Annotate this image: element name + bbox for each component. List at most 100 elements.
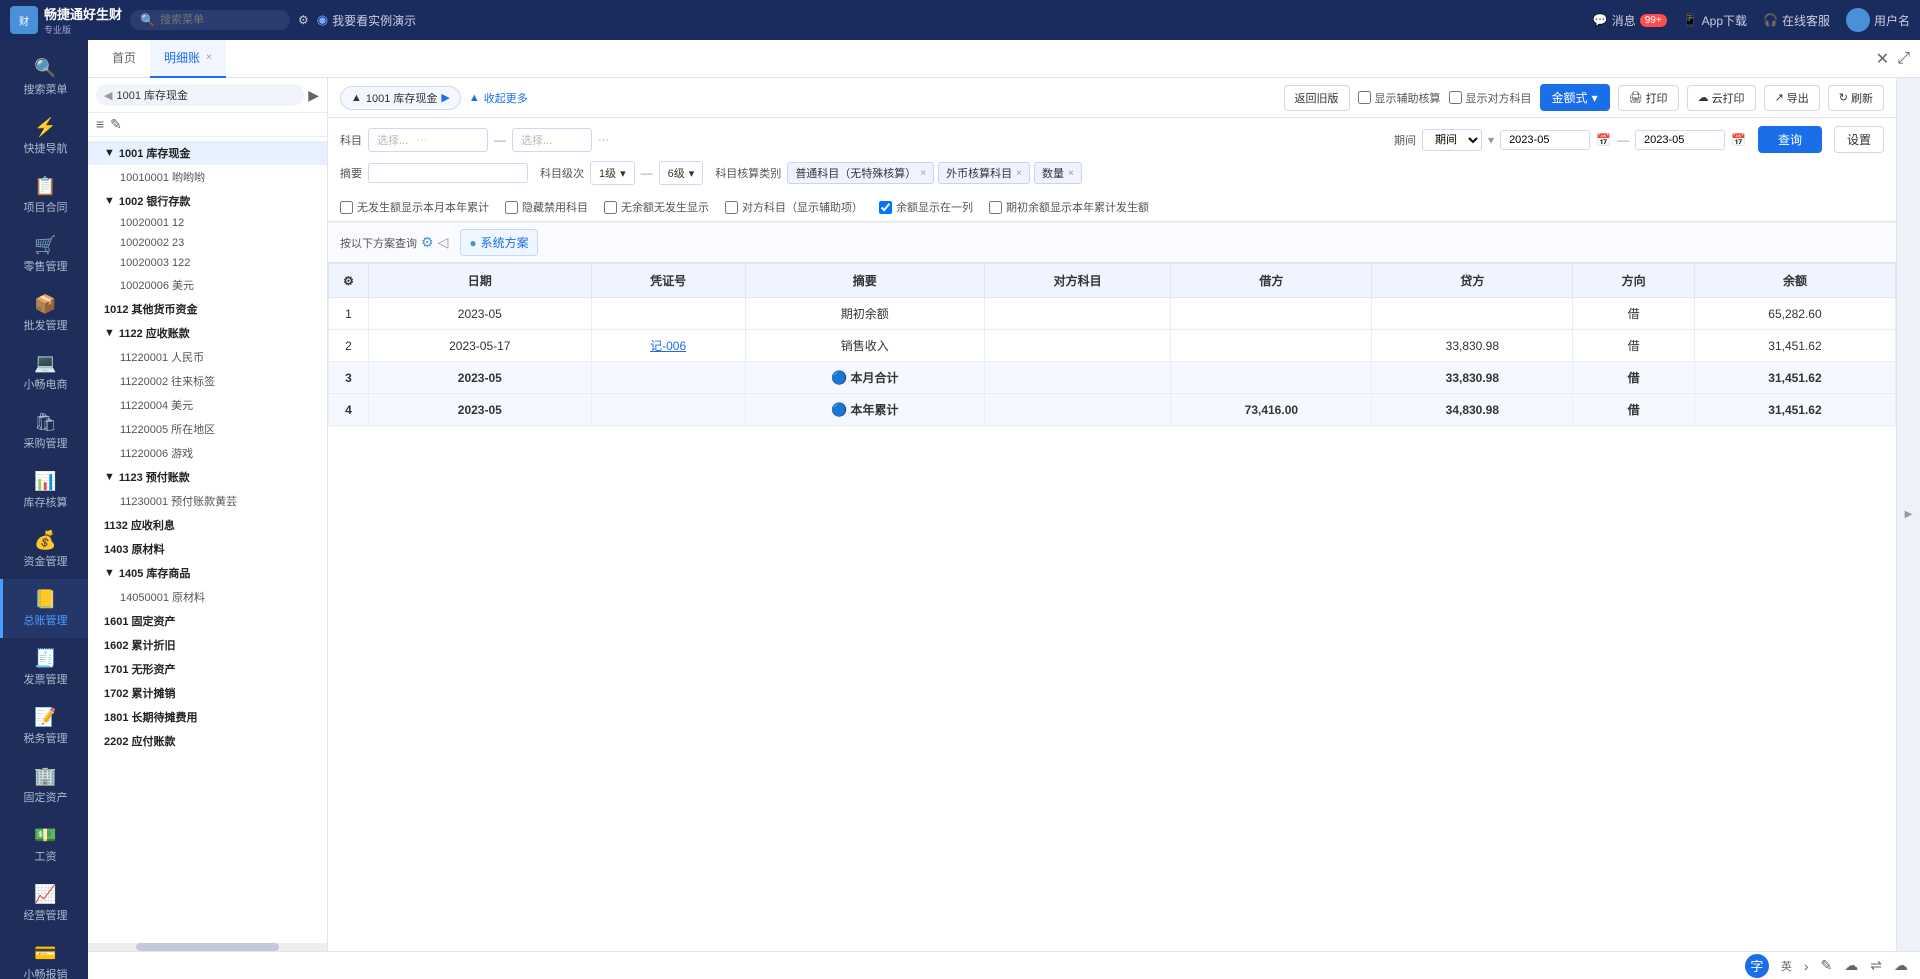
app-download-btn[interactable]: 📱 App下载 — [1683, 12, 1747, 29]
online-service-btn[interactable]: 🎧 在线客服 — [1763, 12, 1830, 29]
tab-home[interactable]: 首页 — [98, 40, 150, 78]
nav-right-arrow[interactable]: ▶ — [308, 87, 319, 104]
tree-scrollbar[interactable] — [88, 943, 327, 951]
settings-btn[interactable]: 设置 — [1834, 126, 1884, 153]
period-begin-checkbox[interactable] — [989, 201, 1002, 214]
no-balance-checkbox[interactable] — [604, 201, 617, 214]
tree-item-1122[interactable]: ▼ 1122 应收账款 — [88, 321, 327, 345]
demo-link[interactable]: ◉ 我要看实例演示 — [317, 12, 416, 29]
edit-icon[interactable]: ✎ — [1821, 957, 1833, 974]
tree-item-1801[interactable]: 1801 长期待摊费用 — [88, 705, 327, 729]
sidebar-item-tax[interactable]: 📝 税务管理 — [0, 697, 88, 756]
right-collapse-panel[interactable]: ▶ — [1896, 78, 1920, 951]
tree-item-11220004[interactable]: 11220004 美元 — [88, 393, 327, 417]
subject-input[interactable]: 选择... ··· — [368, 128, 488, 152]
arrow-icon[interactable]: › — [1804, 958, 1809, 974]
sidebar-item-assets[interactable]: 🏢 固定资产 — [0, 756, 88, 815]
expand-more-btn[interactable]: ▲ 收起更多 — [469, 90, 528, 106]
tree-item-1002[interactable]: ▼ 1002 银行存款 — [88, 189, 327, 213]
cloud-icon[interactable]: ☁ — [1844, 957, 1858, 974]
subject-end-input[interactable]: 选择... — [512, 128, 592, 152]
show-contra-check[interactable]: 显示对方科目 — [1449, 90, 1532, 106]
tree-item-10020002[interactable]: 10020002 23 — [88, 233, 327, 253]
type-tag-foreign-del[interactable]: × — [1016, 168, 1022, 179]
opt-no-balance[interactable]: 无余额无发生显示 — [604, 199, 709, 215]
tree-item-10010001[interactable]: 10010001 哟哟哟 — [88, 165, 327, 189]
period-type-select[interactable]: 期间 — [1422, 129, 1482, 151]
tree-item-11220005[interactable]: 11220005 所在地区 — [88, 417, 327, 441]
tree-item-1123[interactable]: ▼ 1123 预付账款 — [88, 465, 327, 489]
tree-item-1132[interactable]: 1132 应收利息 — [88, 513, 327, 537]
sidebar-item-operation[interactable]: 📈 经营管理 — [0, 874, 88, 933]
period-end-input[interactable] — [1635, 130, 1725, 150]
opt-contra-show[interactable]: 对方科目（显示辅助项） — [725, 199, 863, 215]
period-start-input[interactable] — [1500, 130, 1590, 150]
tree-item-11220006[interactable]: 11220006 游戏 — [88, 441, 327, 465]
sidebar-item-capital[interactable]: 💰 资金管理 — [0, 520, 88, 579]
show-contra-checkbox[interactable] — [1449, 91, 1462, 104]
sidebar-item-salary[interactable]: 💵 工资 — [0, 815, 88, 874]
lang-toggle[interactable]: 英 — [1781, 958, 1792, 974]
sync-icon[interactable]: ⇌ — [1870, 957, 1882, 974]
gear-settings-btn[interactable]: ⚙ — [298, 13, 309, 27]
user-avatar-btn[interactable]: 用户名 — [1846, 8, 1910, 32]
hide-disabled-checkbox[interactable] — [505, 201, 518, 214]
sidebar-item-search[interactable]: 🔍 搜索菜单 — [0, 48, 88, 107]
export-btn[interactable]: ↗ 导出 — [1764, 85, 1820, 111]
tree-item-1701[interactable]: 1701 无形资产 — [88, 657, 327, 681]
tree-item-10020001[interactable]: 10020001 12 — [88, 213, 327, 233]
tree-item-10020003[interactable]: 10020003 122 — [88, 253, 327, 273]
col-gear[interactable]: ⚙ — [329, 264, 369, 298]
print-btn[interactable]: 🖨 打印 — [1618, 85, 1679, 111]
show-aux-checkbox[interactable] — [1358, 91, 1371, 104]
summary-input[interactable] — [368, 163, 528, 183]
tab-close-window-btn[interactable]: ✕ — [1876, 49, 1889, 69]
show-aux-check[interactable]: 显示辅助核算 — [1358, 90, 1441, 106]
query-settings-icon[interactable]: ⚙ — [421, 234, 434, 251]
format-dropdown-btn[interactable]: 金额式 ▾ — [1540, 84, 1610, 111]
cloud-print-btn[interactable]: ☁ 云打印 — [1687, 85, 1756, 111]
sidebar-item-ecommerce[interactable]: 💻 小畅电商 — [0, 343, 88, 402]
translate-btn[interactable]: 字 — [1745, 954, 1769, 978]
tree-item-1601[interactable]: 1601 固定资产 — [88, 609, 327, 633]
balance-in-one-checkbox[interactable] — [879, 201, 892, 214]
return-old-btn[interactable]: 返回旧版 — [1284, 85, 1350, 111]
type-tag-normal-del[interactable]: × — [920, 168, 926, 179]
tree-item-1405[interactable]: ▼ 1405 库存商品 — [88, 561, 327, 585]
sidebar-item-inventory[interactable]: 📊 库存核算 — [0, 461, 88, 520]
opt-hide-disabled[interactable]: 隐藏禁用科目 — [505, 199, 588, 215]
tree-item-14050001[interactable]: 14050001 原材料 — [88, 585, 327, 609]
sidebar-item-retail[interactable]: 🛒 零售管理 — [0, 225, 88, 284]
sidebar-item-invoice[interactable]: 🧾 发票管理 — [0, 638, 88, 697]
voucher-link[interactable]: 记-006 — [650, 339, 686, 353]
sidebar-item-project[interactable]: 📋 项目合同 — [0, 166, 88, 225]
query-collapse-icon[interactable]: ◁ — [438, 234, 449, 251]
opt-period-begin[interactable]: 期初余额显示本年累计发生额 — [989, 199, 1149, 215]
tree-item-1403[interactable]: 1403 原材料 — [88, 537, 327, 561]
tree-item-1012[interactable]: 1012 其他货币资金 — [88, 297, 327, 321]
tree-expand-all-btn[interactable]: ≡ — [96, 116, 104, 133]
query-btn[interactable]: 查询 — [1758, 126, 1822, 153]
sidebar-item-quicknav[interactable]: ⚡ 快捷导航 — [0, 107, 88, 166]
tree-item-11220002[interactable]: 11220002 往来标签 — [88, 369, 327, 393]
tree-item-11230001[interactable]: 11230001 预付账款黄芸 — [88, 489, 327, 513]
top-search-bar[interactable]: 🔍 — [130, 10, 290, 30]
opt-balance-in-one[interactable]: 余额显示在一列 — [879, 199, 973, 215]
tab-detail[interactable]: 明细账 × — [150, 40, 226, 78]
tab-close-btn[interactable]: × — [206, 52, 212, 63]
refresh-btn[interactable]: ↻ 刷新 — [1828, 85, 1884, 111]
tree-add-btn[interactable]: ✎ — [110, 116, 122, 133]
tree-item-1602[interactable]: 1602 累计折旧 — [88, 633, 327, 657]
opt-no-occurrence[interactable]: 无发生额显示本月本年累计 — [340, 199, 489, 215]
tab-maximize-btn[interactable]: ⤢ — [1897, 50, 1910, 68]
no-occurrence-checkbox[interactable] — [340, 201, 353, 214]
sidebar-item-ledger[interactable]: 📒 总账管理 — [0, 579, 88, 638]
tree-item-10020006[interactable]: 10020006 美元 — [88, 273, 327, 297]
tree-item-11220001[interactable]: 11220001 人民币 — [88, 345, 327, 369]
account-search-bar[interactable]: ◀ 1001 库存现金 — [96, 84, 304, 106]
type-tag-quantity-del[interactable]: × — [1068, 168, 1074, 179]
cloud-sync-icon[interactable]: ☁ — [1894, 957, 1908, 974]
sidebar-item-purchase[interactable]: 🛍 采购管理 — [0, 402, 88, 461]
sidebar-item-expense[interactable]: 💳 小畅报销 — [0, 933, 88, 979]
gear-icon[interactable]: ⚙ — [343, 274, 354, 288]
